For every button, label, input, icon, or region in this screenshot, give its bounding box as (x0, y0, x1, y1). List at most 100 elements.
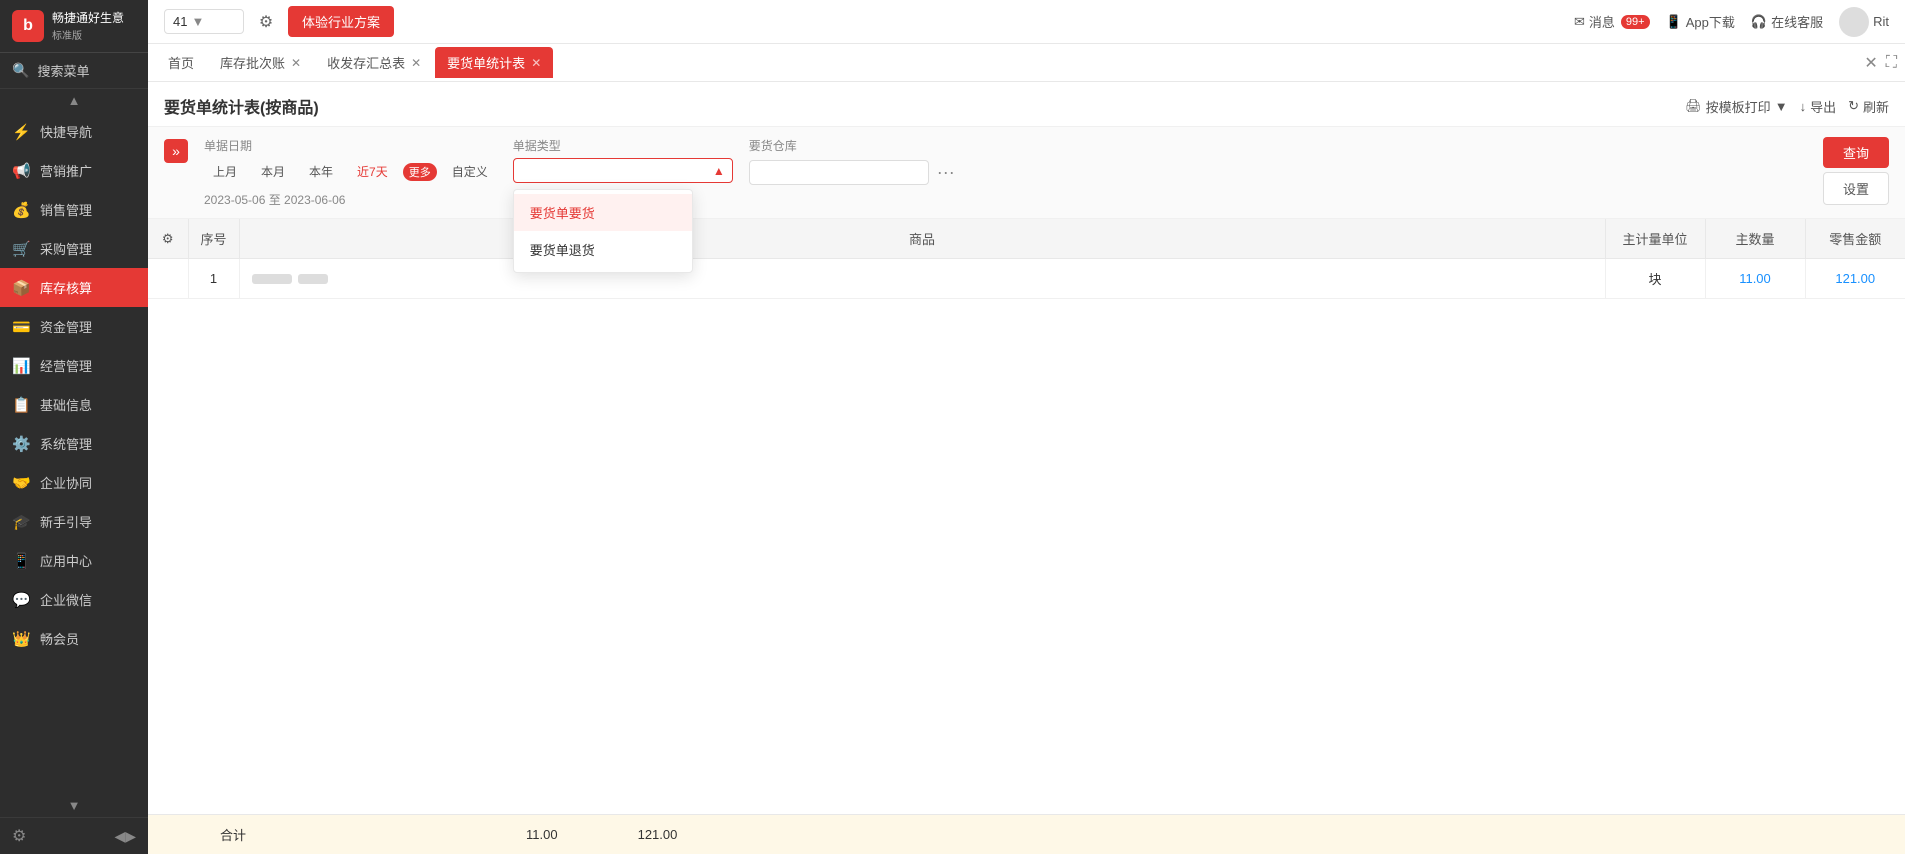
type-filter-input[interactable] (513, 158, 733, 183)
sidebar-item-finance[interactable]: 💳 资金管理 (0, 307, 148, 346)
table-row: 1 块 11.00 121.00 (148, 259, 1905, 299)
type-filter-label: 单据类型 (513, 137, 733, 154)
tab-summary[interactable]: 收发存汇总表 ✕ (315, 47, 433, 78)
sidebar-item-enterprise[interactable]: 🤝 企业协同 (0, 463, 148, 502)
sidebar-item-guide[interactable]: 🎓 新手引导 (0, 502, 148, 541)
main-area: 41 ▼ ⚙ 体验行业方案 ✉ 消息 99+ 📱 App下载 🎧 在线客服 R (148, 0, 1905, 854)
filter-expand-btn[interactable]: » (164, 139, 188, 163)
th-settings[interactable]: ⚙ (148, 219, 188, 259)
sidebar: b 畅捷通好生意 标准版 🔍 搜索菜单 ▲ ⚡ 快捷导航 📢 营销推广 💰 销售… (0, 0, 148, 854)
date-btn-7days[interactable]: 近7天 (348, 158, 397, 185)
topbar-settings-btn[interactable]: ⚙ (252, 8, 280, 36)
company-select[interactable]: 41 ▼ (164, 9, 244, 34)
app-download-label: App下载 (1686, 12, 1735, 31)
trial-btn[interactable]: 体验行业方案 (288, 6, 394, 37)
settings-icon[interactable]: ⚙ (12, 826, 26, 846)
tab-home[interactable]: 首页 (156, 47, 206, 78)
system-icon: ⚙️ (12, 435, 30, 453)
service-icon: 🎧 (1751, 14, 1767, 30)
table-wrap: ⚙ 序号 商品 主计量单位 主数量 零售金额 1 (148, 219, 1905, 814)
type-filter-wrap: ▲ (513, 158, 733, 183)
date-filter-label: 单据日期 (204, 137, 497, 154)
export-btn[interactable]: ↓ 导出 (1800, 97, 1837, 116)
topbar-left: 41 ▼ ⚙ 体验行业方案 (164, 6, 1574, 37)
export-icon: ↓ (1800, 99, 1807, 114)
tab-order-summary[interactable]: 要货单统计表 ✕ (435, 47, 553, 78)
tabs-expand-btn[interactable]: ⛶ (1886, 54, 1897, 72)
th-no: 序号 (188, 219, 239, 259)
sidebar-item-marketing[interactable]: 📢 营销推广 (0, 151, 148, 190)
scroll-up-btn[interactable]: ▲ (0, 89, 148, 112)
tab-batch[interactable]: 库存批次账 ✕ (208, 47, 313, 78)
th-product: 商品 (239, 219, 1605, 259)
sales-icon: 💰 (12, 201, 30, 219)
settings-btn[interactable]: 设置 (1823, 172, 1889, 205)
content-area: 要货单统计表(按商品) 🖨 按模板打印 ▼ ↓ 导出 ↻ 刷新 » (148, 82, 1905, 854)
tab-order-summary-close[interactable]: ✕ (531, 56, 541, 70)
avatar (1839, 7, 1869, 37)
print-btn[interactable]: 🖨 按模板打印 ▼ (1685, 97, 1787, 116)
sidebar-nav: ⚡ 快捷导航 📢 营销推广 💰 销售管理 🛒 采购管理 📦 库存核算 💳 资金管… (0, 112, 148, 794)
app-icon: 📱 (1666, 14, 1682, 30)
tab-batch-close[interactable]: ✕ (291, 56, 301, 70)
app-download-btn[interactable]: 📱 App下载 (1666, 12, 1735, 31)
logo: b 畅捷通好生意 标准版 (0, 0, 148, 53)
filter-row: » 单据日期 上月 本月 本年 近7天 更多 自定义 2023-05-06 至 … (148, 127, 1905, 219)
scroll-down-btn[interactable]: ▼ (0, 794, 148, 817)
date-btn-custom[interactable]: 自定义 (443, 158, 497, 185)
online-service-btn[interactable]: 🎧 在线客服 (1751, 12, 1823, 31)
inventory-icon: 📦 (12, 279, 30, 297)
row-qty-link[interactable]: 11.00 (1739, 271, 1771, 286)
sidebar-item-inventory[interactable]: 📦 库存核算 (0, 268, 148, 307)
row-product (239, 259, 1605, 299)
print-arrow-icon: ▼ (1775, 99, 1788, 114)
refresh-btn[interactable]: ↻ 刷新 (1848, 97, 1889, 116)
sidebar-item-purchase[interactable]: 🛒 采购管理 (0, 229, 148, 268)
warehouse-filter-input[interactable] (749, 160, 929, 185)
date-btn-this-month[interactable]: 本月 (252, 158, 294, 185)
messages-badge: 99+ (1621, 15, 1650, 29)
tabs-close-btn[interactable]: ✕ (1864, 53, 1877, 73)
sidebar-item-weixin[interactable]: 💬 企业微信 (0, 580, 148, 619)
query-btn[interactable]: 查询 (1823, 137, 1889, 168)
search-menu[interactable]: 🔍 搜索菜单 (0, 53, 148, 89)
sidebar-item-member[interactable]: 👑 畅会员 (0, 619, 148, 658)
company-name: 41 (173, 14, 187, 29)
tab-summary-close[interactable]: ✕ (411, 56, 421, 70)
logo-name: 畅捷通好生意 (52, 10, 124, 27)
operations-icon: 📊 (12, 357, 30, 375)
sidebar-item-quick-nav[interactable]: ⚡ 快捷导航 (0, 112, 148, 151)
date-more-badge: 更多 (403, 163, 437, 181)
row-unit: 块 (1605, 259, 1705, 299)
dropdown-item-order-return[interactable]: 要货单退货 (514, 231, 692, 268)
search-label: 搜索菜单 (37, 61, 89, 80)
purchase-icon: 🛒 (12, 240, 30, 258)
dropdown-item-order-goods[interactable]: 要货单要货 (514, 194, 692, 231)
enterprise-icon: 🤝 (12, 474, 30, 492)
row-checkbox-cell (148, 259, 188, 299)
sidebar-item-system[interactable]: ⚙️ 系统管理 (0, 424, 148, 463)
sidebar-item-appstore[interactable]: 📱 应用中心 (0, 541, 148, 580)
weixin-icon: 💬 (12, 591, 30, 609)
user-name: Rit (1873, 14, 1889, 29)
message-icon: ✉ (1574, 14, 1585, 30)
th-unit: 主计量单位 (1605, 219, 1705, 259)
tab-batch-label: 库存批次账 (220, 53, 285, 72)
company-dropdown-icon: ▼ (191, 14, 204, 29)
warehouse-more-btn[interactable]: ··· (933, 158, 959, 187)
sidebar-item-basic[interactable]: 📋 基础信息 (0, 385, 148, 424)
user-avatar-area[interactable]: Rit (1839, 7, 1889, 37)
product-bar1 (252, 274, 292, 284)
collapse-btn[interactable]: ◀▶ (114, 828, 136, 845)
sidebar-item-sales[interactable]: 💰 销售管理 (0, 190, 148, 229)
sidebar-item-operations[interactable]: 📊 经营管理 (0, 346, 148, 385)
row-amount-link[interactable]: 121.00 (1835, 271, 1875, 286)
messages-btn[interactable]: ✉ 消息 99+ (1574, 12, 1650, 31)
summary-amount: 121.00 (638, 827, 678, 842)
date-btn-this-year[interactable]: 本年 (300, 158, 342, 185)
date-btn-last-month[interactable]: 上月 (204, 158, 246, 185)
row-qty: 11.00 (1705, 259, 1805, 299)
finance-icon: 💳 (12, 318, 30, 336)
date-filter-controls: 上月 本月 本年 近7天 更多 自定义 (204, 158, 497, 185)
messages-label: 消息 (1589, 12, 1615, 31)
